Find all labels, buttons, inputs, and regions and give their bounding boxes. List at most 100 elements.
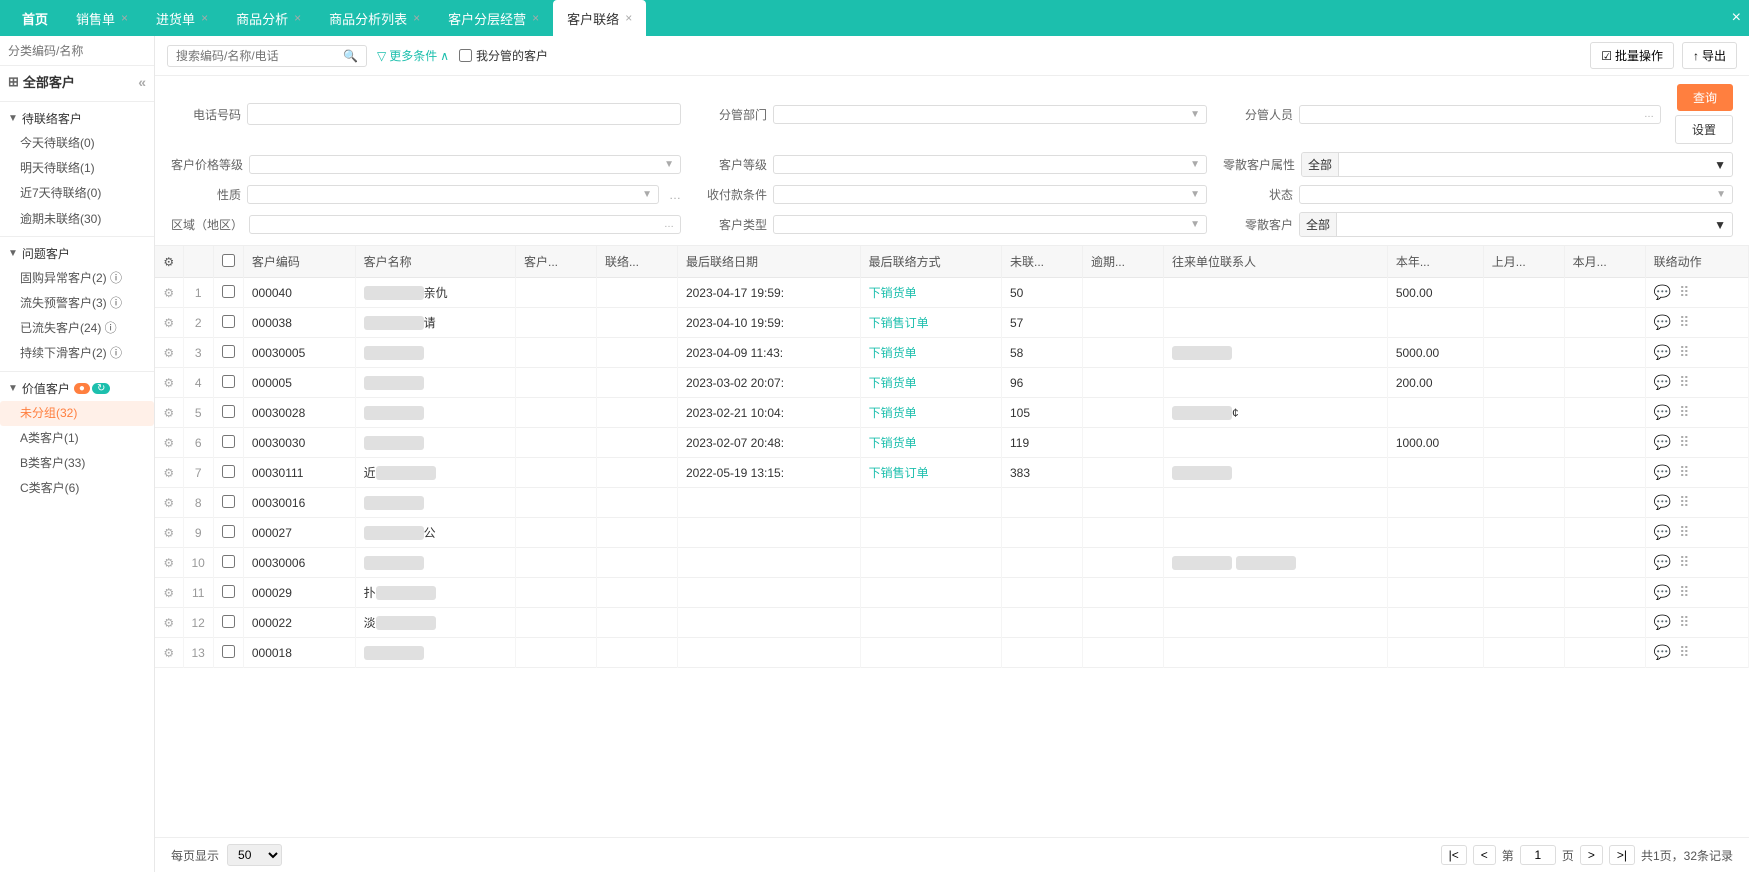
th-name[interactable]: 客户名称	[355, 246, 515, 278]
row-method-link[interactable]: 下销货单	[869, 376, 917, 390]
last-page-btn[interactable]: >|	[1609, 845, 1635, 865]
row-gear[interactable]: ⚙	[155, 368, 183, 398]
grid-action-icon[interactable]: ⠿	[1679, 284, 1689, 301]
tab-customer-contact-close[interactable]: ×	[625, 11, 632, 25]
th-this-month[interactable]: 本月...	[1564, 246, 1645, 278]
row-gear[interactable]: ⚙	[155, 338, 183, 368]
grid-action-icon[interactable]: ⠿	[1679, 524, 1689, 541]
th-action[interactable]: 联络动作	[1645, 246, 1748, 278]
chat-icon[interactable]: 💬	[1654, 374, 1671, 391]
price-level-select[interactable]: ▼	[249, 155, 681, 174]
sidebar-item-declining[interactable]: 持续下滑客户(2) ⓘ	[0, 341, 154, 366]
nature-more-icon[interactable]: …	[669, 188, 681, 202]
filter-search-icon[interactable]: 🔍	[343, 49, 358, 63]
row-gear[interactable]: ⚙	[155, 548, 183, 578]
row-checkbox[interactable]	[222, 405, 235, 418]
grid-action-icon[interactable]: ⠿	[1679, 314, 1689, 331]
chat-icon[interactable]: 💬	[1654, 434, 1671, 451]
tab-purchase-close[interactable]: ×	[201, 11, 208, 25]
phone-input[interactable]	[247, 103, 681, 125]
row-method-link[interactable]: 下销货单	[869, 346, 917, 360]
tab-customer-segment-close[interactable]: ×	[532, 11, 539, 25]
row-method-link[interactable]: 下销售订单	[869, 316, 929, 330]
page-input[interactable]	[1520, 845, 1556, 865]
sidebar-item-week[interactable]: 近7天待联络(0)	[0, 181, 154, 206]
tab-home[interactable]: 首页	[8, 0, 62, 36]
row-method-link[interactable]: 下销货单	[869, 436, 917, 450]
customer-type-select[interactable]: ▼	[773, 215, 1207, 234]
th-no-contact[interactable]: 未联...	[1001, 246, 1082, 278]
customer-level-select[interactable]: ▼	[773, 155, 1207, 174]
sidebar-item-lost[interactable]: 已流失客户(24) ⓘ	[0, 316, 154, 341]
row-checkbox-cell[interactable]	[213, 548, 243, 578]
sidebar-item-today[interactable]: 今天待联络(0)	[0, 131, 154, 156]
tab-customer-contact[interactable]: 客户联络 ×	[553, 0, 646, 36]
query-btn[interactable]: 查询	[1677, 84, 1733, 111]
row-gear[interactable]: ⚙	[155, 608, 183, 638]
sidebar-item-abnormal[interactable]: 固购异常客户(2) ⓘ	[0, 266, 154, 291]
row-gear[interactable]: ⚙	[155, 398, 183, 428]
row-checkbox[interactable]	[222, 555, 235, 568]
tab-product-analysis-list-close[interactable]: ×	[413, 11, 420, 25]
window-close-btn[interactable]: ×	[1732, 9, 1741, 27]
grid-action-icon[interactable]: ⠿	[1679, 554, 1689, 571]
region-select[interactable]: …	[249, 215, 681, 234]
row-checkbox-cell[interactable]	[213, 578, 243, 608]
th-last-method[interactable]: 最后联络方式	[860, 246, 1001, 278]
batch-operation-btn[interactable]: ☑ 批量操作	[1590, 42, 1674, 69]
row-checkbox[interactable]	[222, 465, 235, 478]
row-checkbox-cell[interactable]	[213, 368, 243, 398]
sidebar-item-churn-risk[interactable]: 流失预警客户(3) ⓘ	[0, 291, 154, 316]
row-checkbox-cell[interactable]	[213, 278, 243, 308]
row-method-link[interactable]: 下销售订单	[869, 466, 929, 480]
th-overdue[interactable]: 逾期...	[1082, 246, 1163, 278]
th-this-year[interactable]: 本年...	[1387, 246, 1483, 278]
row-checkbox[interactable]	[222, 645, 235, 658]
tab-sales[interactable]: 销售单 ×	[62, 0, 142, 36]
chat-icon[interactable]: 💬	[1654, 524, 1671, 541]
row-checkbox[interactable]	[222, 585, 235, 598]
row-checkbox-cell[interactable]	[213, 488, 243, 518]
filter-my-customers-checkbox[interactable]	[459, 49, 472, 62]
row-gear[interactable]: ⚙	[155, 488, 183, 518]
th-contact[interactable]: 联络...	[596, 246, 677, 278]
row-method-link[interactable]: 下销货单	[869, 406, 917, 420]
row-method-link[interactable]: 下销货单	[869, 286, 917, 300]
chat-icon[interactable]: 💬	[1654, 584, 1671, 601]
select-all-checkbox[interactable]	[222, 254, 235, 267]
row-checkbox[interactable]	[222, 525, 235, 538]
chat-icon[interactable]: 💬	[1654, 554, 1671, 571]
payment-select[interactable]: ▼	[773, 185, 1207, 204]
sidebar-item-unclassified[interactable]: 未分组(32)	[0, 401, 154, 426]
tab-purchase[interactable]: 进货单 ×	[142, 0, 222, 36]
th-code[interactable]: 客户编码	[243, 246, 355, 278]
chat-icon[interactable]: 💬	[1654, 464, 1671, 481]
grid-action-icon[interactable]: ⠿	[1679, 494, 1689, 511]
grid-action-icon[interactable]: ⠿	[1679, 614, 1689, 631]
tab-product-analysis-list[interactable]: 商品分析列表 ×	[315, 0, 434, 36]
row-gear[interactable]: ⚙	[155, 428, 183, 458]
row-gear[interactable]: ⚙	[155, 638, 183, 668]
row-checkbox[interactable]	[222, 315, 235, 328]
th-last-month[interactable]: 上月...	[1483, 246, 1564, 278]
grid-action-icon[interactable]: ⠿	[1679, 344, 1689, 361]
grid-action-icon[interactable]: ⠿	[1679, 584, 1689, 601]
row-gear[interactable]: ⚙	[155, 578, 183, 608]
nature-select[interactable]: ▼	[247, 185, 659, 204]
th-contacts[interactable]: 往来单位联系人	[1163, 246, 1387, 278]
row-checkbox[interactable]	[222, 435, 235, 448]
chat-icon[interactable]: 💬	[1654, 644, 1671, 661]
sidebar-item-a-class[interactable]: A类客户(1)	[0, 426, 154, 451]
chat-icon[interactable]: 💬	[1654, 314, 1671, 331]
next-page-btn[interactable]: >	[1580, 845, 1603, 865]
page-size-select[interactable]: 50 20 100	[227, 844, 282, 866]
tab-product-analysis-close[interactable]: ×	[294, 11, 301, 25]
row-checkbox[interactable]	[222, 345, 235, 358]
sidebar-item-overdue[interactable]: 逾期未联络(30)	[0, 207, 154, 232]
grid-action-icon[interactable]: ⠿	[1679, 404, 1689, 421]
sidebar-all-customers[interactable]: ⊞ 全部客户 «	[0, 66, 154, 97]
row-gear[interactable]: ⚙	[155, 308, 183, 338]
sidebar-group-value[interactable]: ▼ 价值客户 ● ↻	[0, 376, 154, 401]
tab-customer-segment[interactable]: 客户分层经营 ×	[434, 0, 553, 36]
dept-select[interactable]: ▼	[773, 105, 1207, 124]
